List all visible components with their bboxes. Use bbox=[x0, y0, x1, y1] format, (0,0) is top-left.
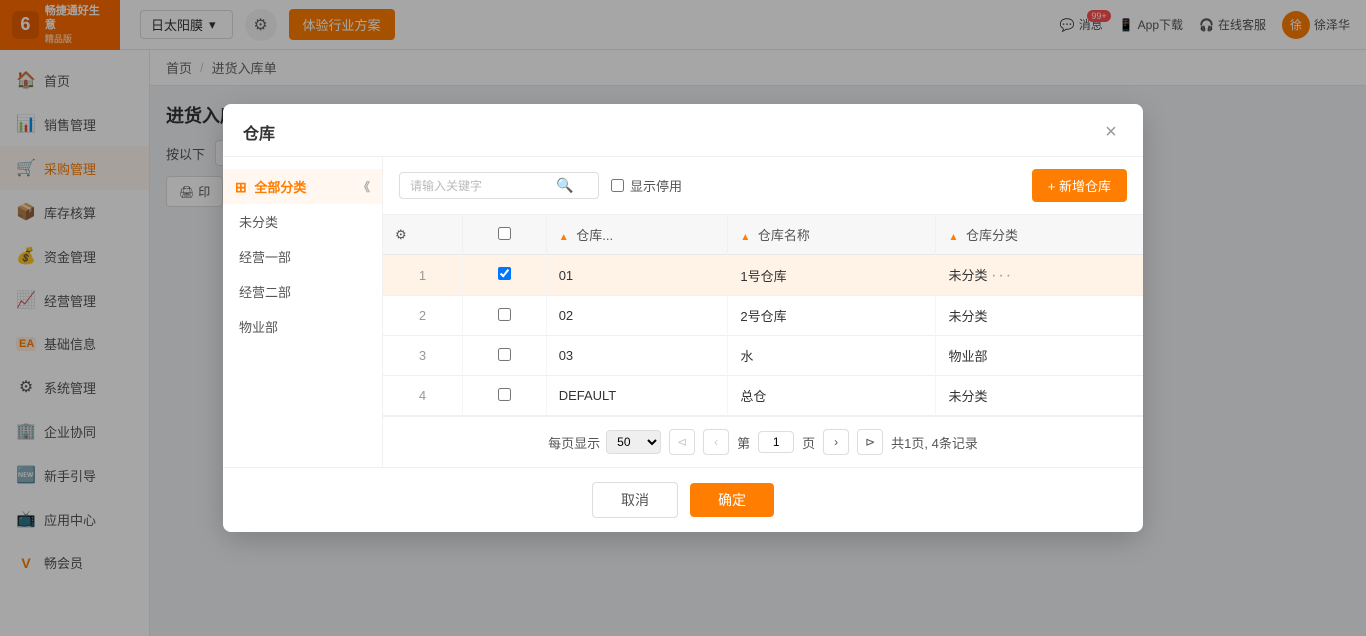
row-checkbox[interactable] bbox=[498, 308, 511, 321]
category-item-property[interactable]: 物业部 bbox=[223, 309, 382, 344]
collapse-icon[interactable]: 《 bbox=[358, 178, 370, 195]
table-row[interactable]: 1 01 1号仓库 未分类 ··· bbox=[383, 255, 1143, 296]
row-checkbox[interactable] bbox=[498, 267, 511, 280]
first-page-btn[interactable]: ⊲ bbox=[669, 429, 695, 455]
row-name: 总仓 bbox=[728, 376, 936, 416]
page-unit: 页 bbox=[802, 433, 815, 452]
category-item-uncategorized[interactable]: 未分类 bbox=[223, 204, 382, 239]
table-row[interactable]: 3 03 水 物业部 bbox=[383, 336, 1143, 376]
row-name: 2号仓库 bbox=[728, 296, 936, 336]
table-panel: 🔍 显示停用 + 新增仓库 ⚙ bbox=[383, 157, 1143, 467]
row-num: 4 bbox=[383, 376, 463, 416]
page-size-label: 每页显示 bbox=[548, 433, 600, 452]
row-category: 物业部 bbox=[936, 336, 1143, 376]
next-page-btn[interactable]: › bbox=[823, 429, 849, 455]
row-category: 未分类 ··· bbox=[936, 255, 1143, 296]
add-warehouse-btn[interactable]: + 新增仓库 bbox=[1032, 169, 1127, 202]
row-code: DEFAULT bbox=[546, 376, 728, 416]
pagination: 每页显示 50 100 200 ⊲ ‹ 第 页 › ⊳ 共1页, 4条记录 bbox=[383, 416, 1143, 467]
dialog-footer: 取消 确定 bbox=[223, 467, 1143, 532]
category-item-ops1[interactable]: 经营一部 bbox=[223, 239, 382, 274]
prev-page-btn[interactable]: ‹ bbox=[703, 429, 729, 455]
select-all-checkbox[interactable] bbox=[498, 227, 511, 240]
row-checkbox-cell bbox=[463, 336, 547, 376]
row-category: 未分类 bbox=[936, 376, 1143, 416]
grid-icon: ⊞ bbox=[235, 179, 247, 195]
row-name: 水 bbox=[728, 336, 936, 376]
category-all-label: 全部分类 bbox=[254, 180, 306, 195]
dialog-title: 仓库 bbox=[243, 120, 275, 144]
col-checkbox bbox=[463, 215, 547, 255]
col-name: ▲ 仓库名称 bbox=[728, 215, 936, 255]
data-table-wrap: ⚙ ▲ 仓库... ▲ 仓库名称 bbox=[383, 215, 1143, 416]
confirm-btn[interactable]: 确定 bbox=[690, 483, 774, 517]
sort-icon-category: ▲ bbox=[948, 232, 958, 243]
page-input[interactable] bbox=[758, 431, 794, 453]
page-label: 第 bbox=[737, 433, 750, 452]
row-checkbox-cell bbox=[463, 376, 547, 416]
row-actions-btn[interactable]: ··· bbox=[991, 267, 1013, 284]
row-checkbox-cell bbox=[463, 296, 547, 336]
search-icon[interactable]: 🔍 bbox=[556, 177, 573, 194]
col-category: ▲ 仓库分类 bbox=[936, 215, 1143, 255]
row-checkbox[interactable] bbox=[498, 348, 511, 361]
row-num: 3 bbox=[383, 336, 463, 376]
search-input[interactable] bbox=[410, 179, 550, 193]
row-category: 未分类 bbox=[936, 296, 1143, 336]
search-bar: 🔍 显示停用 + 新增仓库 bbox=[383, 157, 1143, 215]
col-code: ▲ 仓库... bbox=[546, 215, 728, 255]
col-gear: ⚙ bbox=[383, 215, 463, 255]
row-num: 1 bbox=[383, 255, 463, 296]
warehouse-table: ⚙ ▲ 仓库... ▲ 仓库名称 bbox=[383, 215, 1143, 416]
row-num: 2 bbox=[383, 296, 463, 336]
row-code: 01 bbox=[546, 255, 728, 296]
dialog-body: ⊞ 全部分类 《 未分类 经营一部 经营二部 物业部 🔍 bbox=[223, 157, 1143, 467]
show-disabled-label: 显示停用 bbox=[630, 176, 682, 195]
search-input-wrap: 🔍 bbox=[399, 172, 599, 199]
dialog-close-btn[interactable]: × bbox=[1099, 120, 1123, 144]
modal-overlay: 仓库 × ⊞ 全部分类 《 未分类 经营一部 经营二部 物业部 bbox=[0, 0, 1366, 636]
row-checkbox-cell bbox=[463, 255, 547, 296]
table-row[interactable]: 4 DEFAULT 总仓 未分类 bbox=[383, 376, 1143, 416]
row-code: 03 bbox=[546, 336, 728, 376]
last-page-btn[interactable]: ⊳ bbox=[857, 429, 883, 455]
page-size-wrap: 每页显示 50 100 200 bbox=[548, 430, 661, 454]
row-checkbox[interactable] bbox=[498, 388, 511, 401]
warehouse-dialog: 仓库 × ⊞ 全部分类 《 未分类 经营一部 经营二部 物业部 bbox=[223, 104, 1143, 532]
sort-icon-name: ▲ bbox=[740, 232, 750, 243]
category-item-ops2[interactable]: 经营二部 bbox=[223, 274, 382, 309]
dialog-header: 仓库 × bbox=[223, 104, 1143, 157]
table-row[interactable]: 2 02 2号仓库 未分类 bbox=[383, 296, 1143, 336]
category-panel: ⊞ 全部分类 《 未分类 经营一部 经营二部 物业部 bbox=[223, 157, 383, 467]
total-info: 共1页, 4条记录 bbox=[891, 433, 978, 452]
row-code: 02 bbox=[546, 296, 728, 336]
sort-icon-code: ▲ bbox=[559, 232, 569, 243]
category-all-btn[interactable]: ⊞ 全部分类 《 bbox=[223, 169, 382, 204]
page-size-select[interactable]: 50 100 200 bbox=[606, 430, 661, 454]
show-disabled-wrap: 显示停用 bbox=[611, 176, 682, 195]
cancel-btn[interactable]: 取消 bbox=[592, 482, 678, 518]
row-name: 1号仓库 bbox=[728, 255, 936, 296]
show-disabled-checkbox[interactable] bbox=[611, 179, 624, 192]
